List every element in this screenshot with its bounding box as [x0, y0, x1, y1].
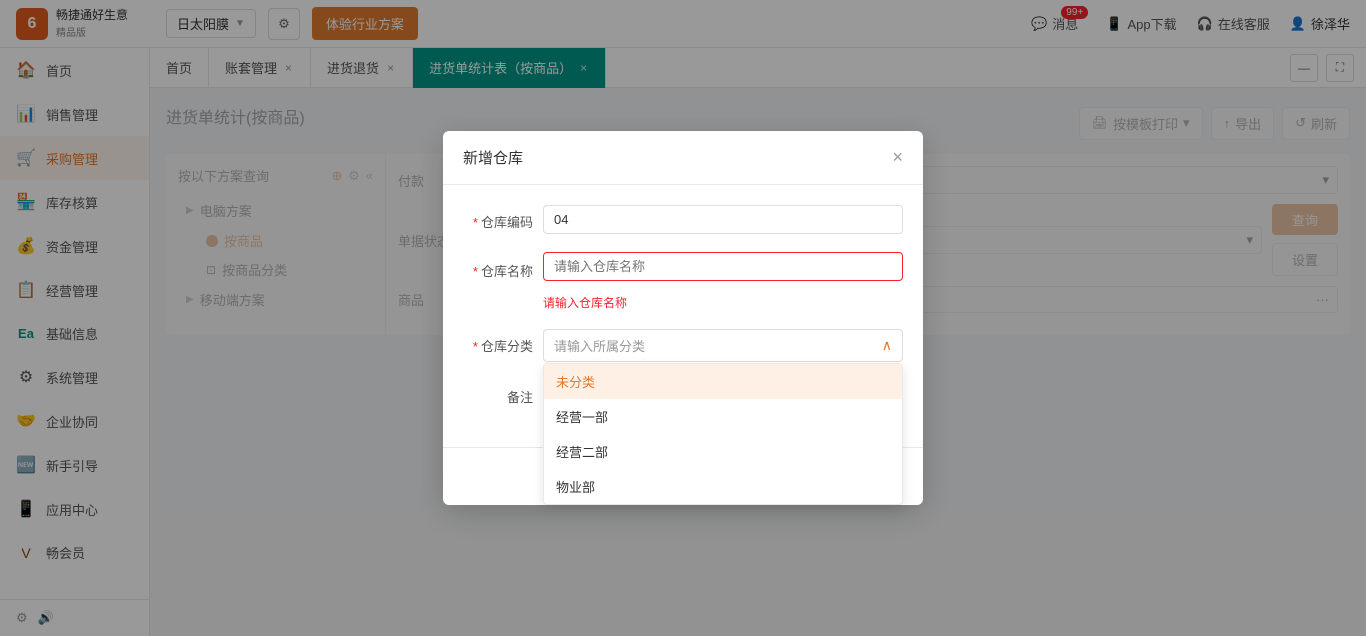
dropdown-item-dept2[interactable]: 经营二部 [544, 434, 902, 469]
name-label: 仓库名称 [463, 254, 533, 280]
warehouse-modal: 新增仓库 × 仓库编码 仓库名称 请输入仓库名称 仓库分类 [443, 131, 923, 505]
category-dropdown-wrapper: 请输入所属分类 ∧ 未分类 经营一部 经营二部 物业部 [543, 329, 903, 362]
form-row-category: 仓库分类 请输入所属分类 ∧ 未分类 经营一部 经营二部 物业部 [463, 329, 903, 362]
code-input[interactable] [543, 205, 903, 234]
name-input[interactable] [543, 252, 903, 281]
modal-header: 新增仓库 × [443, 131, 923, 185]
dropdown-item-dept3[interactable]: 物业部 [544, 469, 902, 504]
modal-overlay: 新增仓库 × 仓库编码 仓库名称 请输入仓库名称 仓库分类 [0, 0, 1366, 636]
category-placeholder: 请输入所属分类 [554, 336, 645, 355]
form-row-code: 仓库编码 [463, 205, 903, 234]
modal-body: 仓库编码 仓库名称 请输入仓库名称 仓库分类 请输入所属分类 [443, 185, 923, 447]
note-label: 备注 [463, 380, 533, 406]
dropdown-item-dept1[interactable]: 经营一部 [544, 399, 902, 434]
form-row-name: 仓库名称 请输入仓库名称 [463, 252, 903, 311]
modal-close-button[interactable]: × [892, 147, 903, 168]
code-label: 仓库编码 [463, 205, 533, 231]
modal-title: 新增仓库 [463, 147, 523, 168]
category-dropdown[interactable]: 请输入所属分类 ∧ [543, 329, 903, 362]
dropdown-item-uncategorized[interactable]: 未分类 [544, 364, 902, 399]
category-dropdown-list: 未分类 经营一部 经营二部 物业部 [543, 363, 903, 505]
name-error-msg: 请输入仓库名称 [543, 294, 903, 311]
dropdown-up-icon: ∧ [882, 337, 892, 354]
category-label: 仓库分类 [463, 329, 533, 355]
